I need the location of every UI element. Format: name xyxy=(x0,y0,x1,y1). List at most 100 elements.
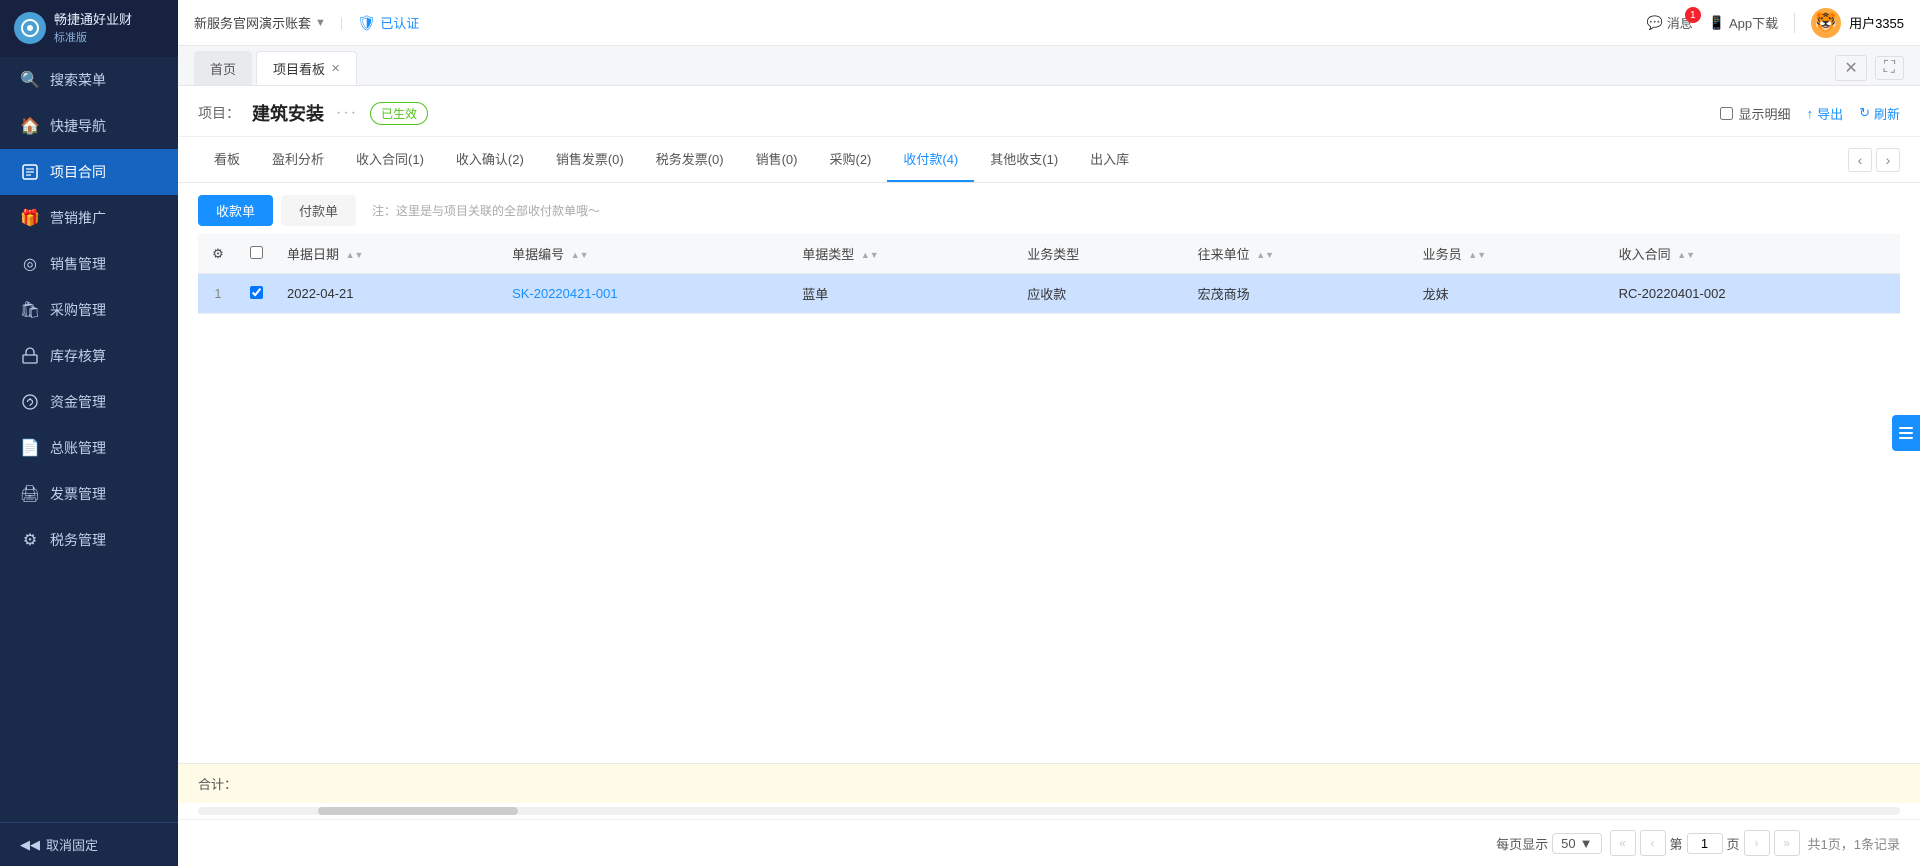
tab-close-icon[interactable]: ✕ xyxy=(331,62,340,75)
export-icon: ↑ xyxy=(1807,106,1814,121)
th-income-contract[interactable]: 收入合同 ▲▼ xyxy=(1607,234,1900,274)
sort-arrows-date: ▲▼ xyxy=(346,251,364,260)
project-header: 项目： 建筑安装 ··· 已生效 显示明细 ↑ 导出 ↻ 刷新 xyxy=(178,86,1920,137)
sub-tab-kanban[interactable]: 看板 xyxy=(198,137,256,182)
sidebar-item-tax-mgmt[interactable]: ⚙ 税务管理 xyxy=(0,517,178,563)
next-page-button[interactable]: › xyxy=(1744,830,1770,856)
th-checkbox[interactable] xyxy=(238,234,275,274)
sidebar-label-search: 搜索菜单 xyxy=(50,70,106,90)
page-size-arrow: ▼ xyxy=(1580,836,1593,851)
sidebar-item-sales-mgmt[interactable]: ◎ 销售管理 xyxy=(0,241,178,287)
sub-tab-prev-button[interactable]: ‹ xyxy=(1848,148,1872,172)
inner-tab-note: 注：这里是与项目关联的全部收付款单哦～ xyxy=(372,202,600,219)
sub-tab-income-confirm[interactable]: 收入确认(2) xyxy=(440,137,540,182)
message-button[interactable]: 💬 消息 1 xyxy=(1647,13,1693,32)
sidebar-item-project-contract[interactable]: 项目合同 xyxy=(0,149,178,195)
receipt-table: ⚙ 单据日期 ▲▼ 单据编号 ▲▼ xyxy=(198,234,1900,314)
th-salesperson[interactable]: 业务员 ▲▼ xyxy=(1411,234,1607,274)
scrollbar-thumb[interactable] xyxy=(318,807,518,815)
sidebar-item-marketing[interactable]: 🎁 营销推广 xyxy=(0,195,178,241)
row-partner: 宏茂商场 xyxy=(1186,274,1411,314)
main-area: 新服务官网演示账套 ▼ | 🛡 已认证 💬 消息 1 📱 App下载 🐯 xyxy=(178,0,1920,866)
sort-arrows-salesperson: ▲▼ xyxy=(1468,251,1486,260)
doc-no-link[interactable]: SK-20220421-001 xyxy=(512,286,618,301)
show-detail-checkbox[interactable]: 显示明细 xyxy=(1720,104,1791,123)
sub-tab-purchase[interactable]: 采购(2) xyxy=(813,137,887,182)
logo-icon xyxy=(14,12,46,44)
last-page-button[interactable]: » xyxy=(1774,830,1800,856)
sidebar-label-quick-nav: 快捷导航 xyxy=(50,116,106,136)
sub-tab-next-button[interactable]: › xyxy=(1876,148,1900,172)
table-header-row: ⚙ 单据日期 ▲▼ 单据编号 ▲▼ xyxy=(198,234,1900,274)
sidebar-label-sales: 销售管理 xyxy=(50,254,106,274)
pagination: 每页显示 50 ▼ « ‹ 第 页 › » 共1页，1条记录 xyxy=(178,819,1920,866)
row-doc-no[interactable]: SK-20220421-001 xyxy=(500,274,790,314)
sub-tab-receipt[interactable]: 收付款(4) xyxy=(887,137,974,182)
prev-page-button[interactable]: ‹ xyxy=(1640,830,1666,856)
scrollbar-row xyxy=(178,803,1920,819)
sort-arrows-contract: ▲▼ xyxy=(1677,251,1695,260)
app-download-button[interactable]: 📱 App下载 xyxy=(1709,13,1778,32)
sidebar-label-finance: 资金管理 xyxy=(50,392,106,412)
account-name[interactable]: 新服务官网演示账套 ▼ xyxy=(194,13,326,32)
invoice-icon: 🖨 xyxy=(20,484,40,504)
export-button[interactable]: ↑ 导出 xyxy=(1807,104,1844,123)
tabs-bar: 首页 项目看板 ✕ ✕ ⛶ xyxy=(178,46,1920,86)
sub-tab-tax-invoice[interactable]: 税务发票(0) xyxy=(640,137,740,182)
project-actions: 显示明细 ↑ 导出 ↻ 刷新 xyxy=(1720,104,1900,123)
sub-tab-nav: ‹ › xyxy=(1848,148,1900,172)
tab-project-board[interactable]: 项目看板 ✕ xyxy=(256,51,357,85)
sidebar-item-search[interactable]: 🔍 搜索菜单 xyxy=(0,57,178,103)
th-doc-date[interactable]: 单据日期 ▲▼ xyxy=(275,234,500,274)
refresh-button[interactable]: ↻ 刷新 xyxy=(1859,104,1900,123)
inner-tab-receipt-btn[interactable]: 收款单 xyxy=(198,195,273,226)
table-row[interactable]: 1 2022-04-21 SK-20220421-001 蓝单 应收款 宏茂商场… xyxy=(198,274,1900,314)
topbar-divider xyxy=(1794,13,1795,33)
sidebar-item-general-ledger[interactable]: 📄 总账管理 xyxy=(0,425,178,471)
user-menu[interactable]: 🐯 用户3355 xyxy=(1811,8,1904,38)
dropdown-icon: ▼ xyxy=(315,17,326,29)
page-number-input[interactable] xyxy=(1687,833,1723,854)
page-size-label: 每页显示 xyxy=(1496,834,1548,853)
sub-tab-sales-invoice[interactable]: 销售发票(0) xyxy=(540,137,640,182)
inner-tab-payment-btn[interactable]: 付款单 xyxy=(281,195,356,226)
project-more-button[interactable]: ··· xyxy=(336,104,358,122)
sub-tab-other-expense[interactable]: 其他收支(1) xyxy=(974,137,1074,182)
sort-arrows-type: ▲▼ xyxy=(861,251,879,260)
message-icon: 💬 xyxy=(1647,15,1663,31)
sidebar-item-quick-nav[interactable]: 🏠 快捷导航 xyxy=(0,103,178,149)
window-close-button[interactable]: ✕ xyxy=(1835,55,1866,81)
unpin-sidebar-button[interactable]: ◀◀ 取消固定 xyxy=(0,822,178,866)
settings-icon[interactable]: ⚙ xyxy=(212,246,224,261)
tab-home[interactable]: 首页 xyxy=(194,51,252,85)
sidebar-item-purchase-mgmt[interactable]: 🛍 采购管理 xyxy=(0,287,178,333)
select-all-checkbox[interactable] xyxy=(250,246,263,259)
horizontal-scrollbar[interactable] xyxy=(198,807,1900,815)
total-label: 合计： xyxy=(198,774,237,793)
page-size-dropdown[interactable]: 50 ▼ xyxy=(1552,833,1601,854)
shield-icon: 🛡 xyxy=(357,14,376,32)
sidebar-label-tax: 税务管理 xyxy=(50,530,106,550)
th-doc-type[interactable]: 单据类型 ▲▼ xyxy=(790,234,1015,274)
row-checkbox[interactable] xyxy=(238,274,275,314)
sub-tab-profit[interactable]: 盈利分析 xyxy=(256,137,340,182)
sub-tab-income-contract[interactable]: 收入合同(1) xyxy=(340,137,440,182)
sidebar-item-invoice-mgmt[interactable]: 🖨 发票管理 xyxy=(0,471,178,517)
sidebar-item-inventory[interactable]: 库存核算 xyxy=(0,333,178,379)
sidebar-item-finance[interactable]: 资金管理 xyxy=(0,379,178,425)
sub-tab-in-out-store[interactable]: 出入库 xyxy=(1074,137,1145,182)
search-icon: 🔍 xyxy=(20,70,40,90)
show-detail-input[interactable] xyxy=(1720,107,1733,120)
row-select-checkbox[interactable] xyxy=(250,286,263,299)
row-doc-date: 2022-04-21 xyxy=(275,274,500,314)
sub-tab-sales[interactable]: 销售(0) xyxy=(740,137,814,182)
sort-arrows-partner: ▲▼ xyxy=(1256,251,1274,260)
th-partner[interactable]: 往来单位 ▲▼ xyxy=(1186,234,1411,274)
th-doc-no[interactable]: 单据编号 ▲▼ xyxy=(500,234,790,274)
first-page-button[interactable]: « xyxy=(1610,830,1636,856)
th-settings[interactable]: ⚙ xyxy=(198,234,238,274)
project-status: 已生效 xyxy=(370,102,428,125)
right-panel-button[interactable] xyxy=(1892,415,1920,451)
window-maximize-button[interactable]: ⛶ xyxy=(1875,56,1904,80)
sidebar-label-purchase: 采购管理 xyxy=(50,300,106,320)
